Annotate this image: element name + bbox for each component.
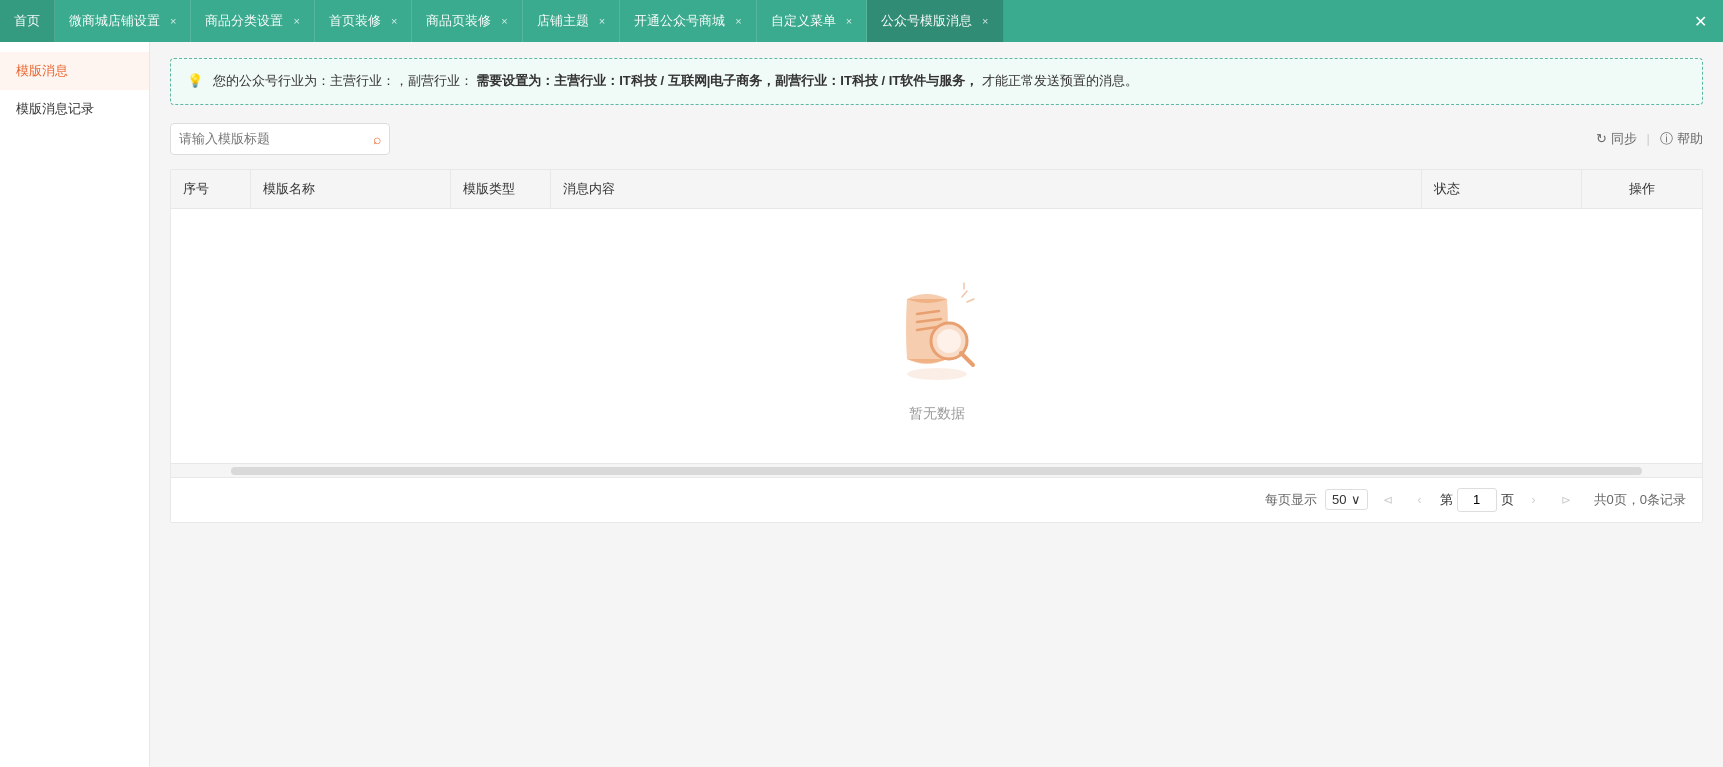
sidebar-item-template-msg[interactable]: 模版消息 <box>0 52 149 90</box>
sync-icon: ↻ <box>1596 131 1607 146</box>
tab-category-close[interactable]: × <box>293 15 299 27</box>
content-area: 💡 您的公众号行业为：主营行业：，副营行业： 需要设置为：主营行业：IT科技 /… <box>150 42 1723 767</box>
tab-mall[interactable]: 开通公众号商城 × <box>620 0 756 42</box>
top-nav: 首页 微商城店铺设置 × 商品分类设置 × 首页装修 × 商品页装修 × 店铺主… <box>0 0 1723 42</box>
svg-point-5 <box>937 329 961 353</box>
th-content: 消息内容 <box>551 170 1422 208</box>
per-page-label: 每页显示 <box>1265 491 1317 509</box>
sync-label: 同步 <box>1611 130 1637 148</box>
notice-prefix: 您的公众号行业为：主营行业：，副营行业： <box>213 73 473 88</box>
prev-page-button[interactable]: ‹ <box>1408 488 1432 512</box>
svg-point-0 <box>907 368 967 380</box>
page-number-input[interactable] <box>1457 488 1497 512</box>
next-page-button[interactable]: › <box>1522 488 1546 512</box>
th-name: 模版名称 <box>251 170 451 208</box>
tab-theme-close[interactable]: × <box>599 15 605 27</box>
page-label-after: 页 <box>1501 491 1514 509</box>
horizontal-scrollbar[interactable] <box>171 463 1702 477</box>
tab-custmenu-close[interactable]: × <box>846 15 852 27</box>
svg-line-6 <box>961 353 973 365</box>
th-action: 操作 <box>1582 170 1702 208</box>
page-label-before: 第 <box>1440 491 1453 509</box>
tab-homepage-label: 首页装修 <box>329 12 381 30</box>
tab-mall-label: 开通公众号商城 <box>634 12 725 30</box>
th-status: 状态 <box>1422 170 1582 208</box>
tab-product-close[interactable]: × <box>501 15 507 27</box>
tab-custmenu[interactable]: 自定义菜单 × <box>757 0 867 42</box>
per-page-select[interactable]: 50 ∨ <box>1325 489 1367 510</box>
tab-wshop-label: 微商城店铺设置 <box>69 12 160 30</box>
tab-product[interactable]: 商品页装修 × <box>412 0 522 42</box>
tab-template-label: 公众号模版消息 <box>881 12 972 30</box>
tab-homepage-close[interactable]: × <box>391 15 397 27</box>
tab-wshop[interactable]: 微商城店铺设置 × <box>55 0 191 42</box>
tab-wshop-close[interactable]: × <box>170 15 176 27</box>
first-page-button[interactable]: ⊲ <box>1376 488 1400 512</box>
empty-state: 暂无数据 <box>171 209 1702 463</box>
tab-product-label: 商品页装修 <box>426 12 491 30</box>
svg-line-8 <box>967 299 974 302</box>
th-type: 模版类型 <box>451 170 551 208</box>
data-table: 序号 模版名称 模版类型 消息内容 状态 操作 <box>170 169 1703 523</box>
total-info: 共0页，0条记录 <box>1594 491 1686 509</box>
sync-button[interactable]: ↻ 同步 <box>1596 130 1637 148</box>
tab-template-close[interactable]: × <box>982 15 988 27</box>
tab-theme[interactable]: 店铺主题 × <box>523 0 620 42</box>
last-page-button[interactable]: ⊳ <box>1554 488 1578 512</box>
search-bar: ⌕ ↻ 同步 | ⓘ 帮助 <box>170 123 1703 155</box>
notice-banner: 💡 您的公众号行业为：主营行业：，副营行业： 需要设置为：主营行业：IT科技 /… <box>170 58 1703 105</box>
tab-mall-close[interactable]: × <box>735 15 741 27</box>
tab-home-label: 首页 <box>14 12 40 30</box>
tab-category-label: 商品分类设置 <box>205 12 283 30</box>
main-layout: 模版消息 模版消息记录 💡 您的公众号行业为：主营行业：，副营行业： 需要设置为… <box>0 42 1723 767</box>
search-input[interactable] <box>179 131 373 146</box>
help-icon: ⓘ <box>1660 130 1673 148</box>
search-actions: ↻ 同步 | ⓘ 帮助 <box>1596 130 1703 148</box>
help-button[interactable]: ⓘ 帮助 <box>1660 130 1703 148</box>
action-divider: | <box>1647 131 1650 146</box>
help-label: 帮助 <box>1677 130 1703 148</box>
scrollbar-track <box>231 467 1642 475</box>
notice-suffix: 才能正常发送预置的消息。 <box>982 73 1138 88</box>
tab-category[interactable]: 商品分类设置 × <box>191 0 314 42</box>
th-seq: 序号 <box>171 170 251 208</box>
per-page-value: 50 <box>1332 492 1346 507</box>
search-input-wrap[interactable]: ⌕ <box>170 123 390 155</box>
empty-illustration <box>877 269 997 389</box>
svg-line-7 <box>962 291 967 297</box>
notice-highlight: 需要设置为：主营行业：IT科技 / 互联网|电子商务，副营行业：IT科技 / I… <box>476 73 978 88</box>
tab-homepage[interactable]: 首页装修 × <box>315 0 412 42</box>
sidebar-item-template-record[interactable]: 模版消息记录 <box>0 90 149 128</box>
tab-template[interactable]: 公众号模版消息 × <box>867 0 1003 42</box>
tab-theme-label: 店铺主题 <box>537 12 589 30</box>
page-input-wrap: 第 页 <box>1440 488 1514 512</box>
pagination: 每页显示 50 ∨ ⊲ ‹ 第 页 › ⊳ 共0页，0条记录 <box>171 477 1702 522</box>
tab-custmenu-label: 自定义菜单 <box>771 12 836 30</box>
search-icon[interactable]: ⌕ <box>373 131 381 147</box>
nav-close-button[interactable]: ✕ <box>1678 0 1723 42</box>
sidebar: 模版消息 模版消息记录 <box>0 42 150 767</box>
tab-home[interactable]: 首页 <box>0 0 55 42</box>
table-header: 序号 模版名称 模版类型 消息内容 状态 操作 <box>171 170 1702 209</box>
bulb-icon: 💡 <box>187 73 203 88</box>
empty-text: 暂无数据 <box>909 405 965 423</box>
chevron-down-icon: ∨ <box>1351 492 1361 507</box>
